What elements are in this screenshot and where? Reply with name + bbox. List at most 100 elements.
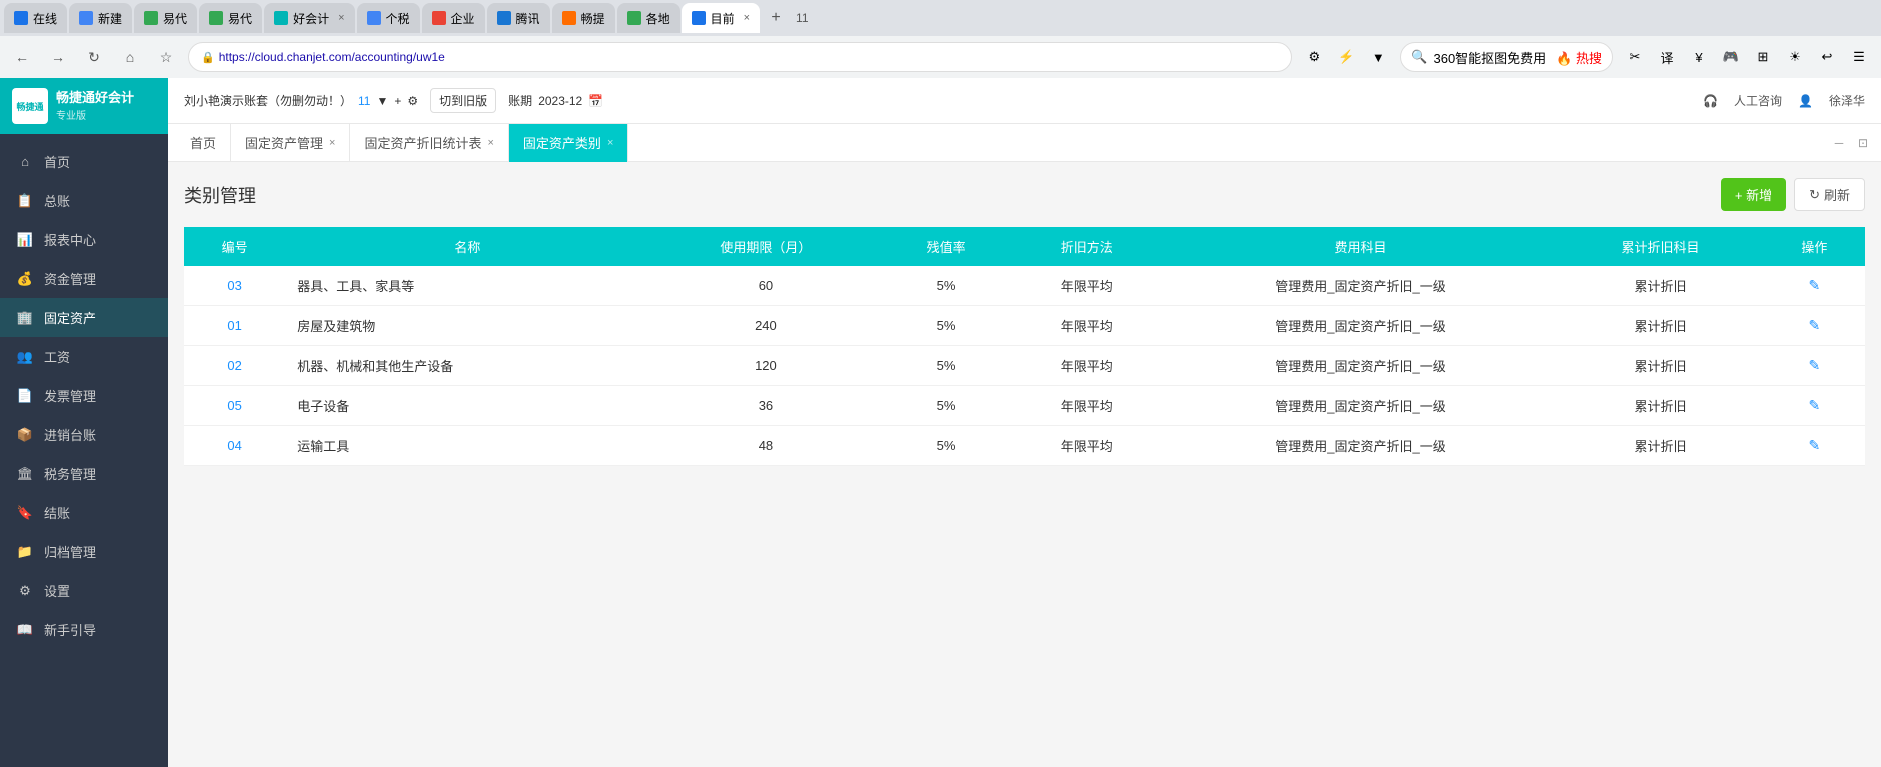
- tab-favicon-2: [79, 11, 93, 25]
- tab-title-7: 企业: [451, 10, 475, 27]
- row3-period: 120: [650, 346, 883, 386]
- funds-icon: 💰: [16, 271, 34, 287]
- sidebar-label-payroll: 工资: [44, 347, 70, 366]
- back-button[interactable]: ←: [8, 43, 36, 71]
- extensions-button[interactable]: ⚙: [1300, 43, 1328, 71]
- guide-icon: 📖: [16, 622, 34, 638]
- refresh-label: 刷新: [1824, 185, 1850, 204]
- game-tool[interactable]: 🎮: [1717, 43, 1745, 71]
- sidebar-label-funds: 资金管理: [44, 269, 96, 288]
- row3-depreciation: 累计折旧: [1557, 346, 1763, 386]
- sidebar-label-tax: 税务管理: [44, 464, 96, 483]
- tab-asset-category-close[interactable]: ×: [607, 137, 613, 149]
- dropdown-arrow[interactable]: ▼: [376, 94, 388, 108]
- menu-tool[interactable]: ☰: [1845, 43, 1873, 71]
- tab-fixed-asset-mgmt[interactable]: 固定资产管理 ×: [231, 124, 350, 162]
- grid-tool[interactable]: ⊞: [1749, 43, 1777, 71]
- row4-edit-button[interactable]: ✎: [1808, 397, 1820, 413]
- address-input[interactable]: 🔒 https://cloud.chanjet.com/accounting/u…: [188, 42, 1292, 72]
- browser-tab-1[interactable]: 在线: [4, 3, 67, 33]
- settings-header-button[interactable]: ⚙: [407, 94, 418, 108]
- tab-home[interactable]: 首页: [176, 124, 231, 162]
- sidebar-logo: 畅捷通 畅捷通好会计 专业版: [0, 78, 168, 134]
- forward-button[interactable]: →: [44, 43, 72, 71]
- undo-tool[interactable]: ↩: [1813, 43, 1841, 71]
- invoice-icon: 📄: [16, 388, 34, 404]
- minimize-window-button[interactable]: ─: [1829, 133, 1849, 153]
- sidebar-item-close-period[interactable]: 🔖 结账: [0, 493, 168, 532]
- row2-method: 年限平均: [1010, 306, 1164, 346]
- user-display-name: 刘小艳演示账套（勿删勿动！）: [184, 92, 352, 109]
- add-button-primary[interactable]: + 新增: [1721, 178, 1786, 211]
- reload-button[interactable]: ↻: [80, 43, 108, 71]
- sidebar-item-tax[interactable]: 🏛 税务管理: [0, 454, 168, 493]
- sidebar-item-invoice[interactable]: 📄 发票管理: [0, 376, 168, 415]
- tab-asset-category[interactable]: 固定资产类别 ×: [509, 124, 628, 162]
- refresh-button[interactable]: ↻ 刷新: [1794, 178, 1865, 211]
- row2-edit-button[interactable]: ✎: [1808, 317, 1820, 333]
- dropdown-button[interactable]: ▼: [1364, 43, 1392, 71]
- sidebar-item-fixed-assets[interactable]: 🏢 固定资产: [0, 298, 168, 337]
- sidebar-item-inventory[interactable]: 📦 进销台账: [0, 415, 168, 454]
- row1-method: 年限平均: [1010, 266, 1164, 306]
- sidebar-item-archive[interactable]: 📁 归档管理: [0, 532, 168, 571]
- row4-name: 电子设备: [285, 386, 649, 426]
- col-header-name: 名称: [285, 227, 649, 266]
- add-button[interactable]: +: [394, 94, 401, 108]
- row1-depreciation: 累计折旧: [1557, 266, 1763, 306]
- tab-title-4: 易代: [228, 10, 252, 27]
- cut-tool[interactable]: ✂: [1621, 43, 1649, 71]
- browser-tab-8[interactable]: 腾讯: [487, 3, 550, 33]
- sidebar-item-payroll[interactable]: 👥 工资: [0, 337, 168, 376]
- sidebar-item-settings[interactable]: ⚙ 设置: [0, 571, 168, 610]
- sun-tool[interactable]: ☀: [1781, 43, 1809, 71]
- search-bar[interactable]: 🔍 360智能抠图免费用 🔥 热搜: [1400, 42, 1613, 72]
- fixed-assets-icon: 🏢: [16, 310, 34, 326]
- browser-chrome: 在线 新建 易代 易代 好会计 × 个税 企业 腾讯: [0, 0, 1881, 78]
- maximize-window-button[interactable]: ⊡: [1853, 133, 1873, 153]
- sidebar-item-funds[interactable]: 💰 资金管理: [0, 259, 168, 298]
- browser-tab-11[interactable]: 目前 ×: [682, 3, 760, 33]
- browser-tab-5[interactable]: 好会计 ×: [264, 3, 354, 33]
- tab-depreciation-summary-close[interactable]: ×: [487, 137, 493, 149]
- tab-title-9: 畅提: [581, 10, 605, 27]
- tab-depreciation-summary[interactable]: 固定资产折旧统计表 ×: [350, 124, 508, 162]
- tab-fixed-asset-mgmt-close[interactable]: ×: [329, 137, 335, 149]
- action-buttons: + 新增 ↻ 刷新: [1721, 178, 1865, 211]
- tab-close-11[interactable]: ×: [744, 12, 750, 24]
- translate-tool[interactable]: 译: [1653, 43, 1681, 71]
- browser-tab-3[interactable]: 易代: [134, 3, 197, 33]
- lightning-button[interactable]: ⚡: [1332, 43, 1360, 71]
- browser-tab-9[interactable]: 畅提: [552, 3, 615, 33]
- sidebar-item-reports[interactable]: 📊 报表中心: [0, 220, 168, 259]
- coin-tool[interactable]: ¥: [1685, 43, 1713, 71]
- browser-tab-4[interactable]: 易代: [199, 3, 262, 33]
- row5-edit-button[interactable]: ✎: [1808, 437, 1820, 453]
- tab-close-5[interactable]: ×: [338, 12, 344, 24]
- tab-title-1: 在线: [33, 10, 57, 27]
- data-table: 编号 名称 使用期限（月） 残值率 折旧方法 费用科目 累计折旧科目 操作 03…: [184, 227, 1865, 466]
- switch-version-button[interactable]: 切到旧版: [430, 88, 496, 113]
- tab-fixed-asset-mgmt-label: 固定资产管理: [245, 133, 323, 152]
- sidebar-item-ledger[interactable]: 📋 总账: [0, 181, 168, 220]
- home-button[interactable]: ⌂: [116, 43, 144, 71]
- row3-edit-button[interactable]: ✎: [1808, 357, 1820, 373]
- tab-title-2: 新建: [98, 10, 122, 27]
- calendar-icon[interactable]: 📅: [588, 94, 603, 108]
- row1-edit-button[interactable]: ✎: [1808, 277, 1820, 293]
- sidebar-item-guide[interactable]: 📖 新手引导: [0, 610, 168, 649]
- tab-favicon-7: [432, 11, 446, 25]
- tab-title-11: 目前: [711, 10, 735, 27]
- sidebar-item-home[interactable]: ⌂ 首页: [0, 142, 168, 181]
- bookmark-button[interactable]: ☆: [152, 43, 180, 71]
- close-period-icon: 🔖: [16, 505, 34, 521]
- new-tab-button[interactable]: +: [762, 4, 790, 32]
- browser-tab-7[interactable]: 企业: [422, 3, 485, 33]
- logo-text-inner: 畅捷通: [16, 100, 43, 113]
- row4-depreciation: 累计折旧: [1557, 386, 1763, 426]
- consult-label[interactable]: 人工咨询: [1734, 92, 1782, 109]
- row5-name: 运输工具: [285, 426, 649, 466]
- browser-tab-2[interactable]: 新建: [69, 3, 132, 33]
- browser-tab-6[interactable]: 个税: [357, 3, 420, 33]
- browser-tab-10[interactable]: 各地: [617, 3, 680, 33]
